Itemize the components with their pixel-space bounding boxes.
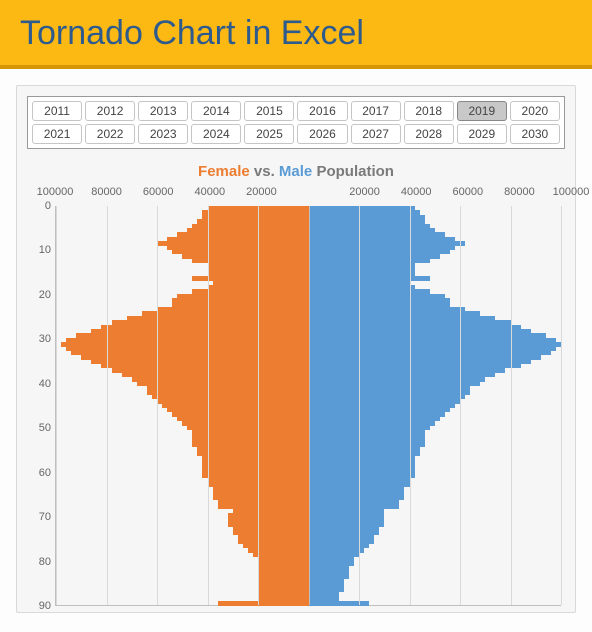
- y-axis: 0102030405060708090: [31, 206, 55, 606]
- year-button-2020[interactable]: 2020: [510, 101, 560, 121]
- y-tick-label: 20: [39, 289, 51, 301]
- year-button-2030[interactable]: 2030: [510, 124, 560, 144]
- y-tick-label: 60: [39, 467, 51, 479]
- gridline-vertical: [107, 206, 108, 605]
- chart-title: Female vs. Male Population: [27, 163, 565, 180]
- year-button-2016[interactable]: 2016: [297, 101, 347, 121]
- gridline-vertical: [208, 206, 209, 605]
- x-tick-label: 60000: [453, 186, 484, 198]
- year-button-2019[interactable]: 2019: [457, 101, 507, 121]
- year-row: 2011201220132014201520162017201820192020: [32, 101, 560, 121]
- year-button-2025[interactable]: 2025: [244, 124, 294, 144]
- year-button-2011[interactable]: 2011: [32, 101, 82, 121]
- page-title: Tornado Chart in Excel: [20, 14, 572, 53]
- gridline-vertical: [410, 206, 411, 605]
- chart-card: 2011201220132014201520162017201820192020…: [16, 85, 576, 613]
- year-button-2028[interactable]: 2028: [404, 124, 454, 144]
- year-button-2027[interactable]: 2027: [351, 124, 401, 144]
- year-button-2018[interactable]: 2018: [404, 101, 454, 121]
- year-button-2029[interactable]: 2029: [457, 124, 507, 144]
- year-slicer: 2011201220132014201520162017201820192020…: [27, 96, 565, 149]
- x-tick-label: 40000: [195, 186, 226, 198]
- y-tick-label: 90: [39, 600, 51, 612]
- bar-male: [309, 601, 370, 605]
- x-tick-label: 60000: [143, 186, 174, 198]
- x-tick-label: 80000: [91, 186, 122, 198]
- page-header: Tornado Chart in Excel: [0, 0, 592, 69]
- y-tick-label: 40: [39, 378, 51, 390]
- y-tick-label: 10: [39, 244, 51, 256]
- year-button-2023[interactable]: 2023: [138, 124, 188, 144]
- gridline-vertical: [561, 206, 562, 605]
- plot-wrap: 0102030405060708090: [31, 206, 561, 606]
- year-button-2024[interactable]: 2024: [191, 124, 241, 144]
- gridline-vertical: [460, 206, 461, 605]
- bar-female: [218, 601, 309, 605]
- gridline-vertical: [258, 206, 259, 605]
- y-tick-label: 50: [39, 422, 51, 434]
- gridline-vertical: [359, 206, 360, 605]
- legend-male: Male: [279, 163, 312, 180]
- x-tick-label: 20000: [246, 186, 277, 198]
- gridline-vertical: [56, 206, 57, 605]
- year-button-2017[interactable]: 2017: [351, 101, 401, 121]
- year-button-2014[interactable]: 2014: [191, 101, 241, 121]
- year-button-2013[interactable]: 2013: [138, 101, 188, 121]
- x-tick-label: 100000: [37, 186, 74, 198]
- x-tick-label: 20000: [349, 186, 380, 198]
- plot-area: [55, 206, 561, 606]
- year-button-2021[interactable]: 2021: [32, 124, 82, 144]
- y-tick-label: 70: [39, 511, 51, 523]
- year-button-2026[interactable]: 2026: [297, 124, 347, 144]
- year-button-2022[interactable]: 2022: [85, 124, 135, 144]
- x-tick-label: 80000: [504, 186, 535, 198]
- year-row: 2021202220232024202520262027202820292030: [32, 124, 560, 144]
- y-tick-label: 0: [45, 200, 51, 212]
- x-axis-top: 100000 80000 60000 40000 20000 20000 40000 6000…: [31, 184, 561, 206]
- gridline-vertical: [157, 206, 158, 605]
- gridline-vertical: [309, 206, 310, 605]
- x-tick-label: 40000: [401, 186, 432, 198]
- legend-female: Female: [198, 163, 250, 180]
- year-button-2015[interactable]: 2015: [244, 101, 294, 121]
- y-tick-label: 30: [39, 333, 51, 345]
- y-tick-label: 80: [39, 556, 51, 568]
- x-tick-label: 100000: [553, 186, 590, 198]
- year-button-2012[interactable]: 2012: [85, 101, 135, 121]
- gridline-vertical: [511, 206, 512, 605]
